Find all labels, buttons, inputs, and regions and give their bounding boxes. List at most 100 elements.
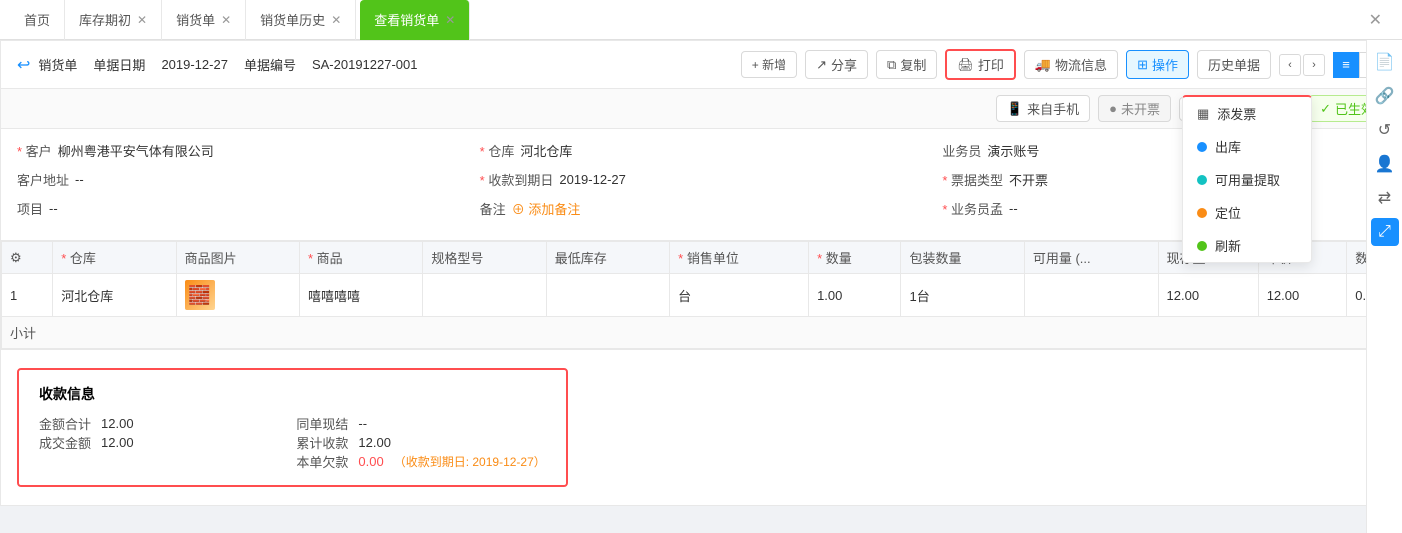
customer-addr-field: 客户地址 -- [17, 170, 460, 189]
warehouse-value: 河北仓库 [520, 141, 572, 160]
dropdown-refresh[interactable]: 刷新 [1183, 229, 1311, 262]
col-settings[interactable]: ⚙ [2, 242, 53, 274]
logistics-button[interactable]: 🚚 物流信息 [1024, 50, 1118, 79]
tab-home[interactable]: 首页 [10, 0, 65, 40]
col-product: 商品 [300, 242, 423, 274]
note-label: 备注 [480, 199, 506, 218]
close-all-tabs[interactable]: ✕ [1359, 10, 1392, 30]
sidebar-exchange-icon[interactable]: ⇄ [1371, 184, 1399, 212]
customer-value: 柳州粤港平安气体有限公司 [58, 141, 214, 160]
summary-row-total: 金额合计 12.00 [39, 414, 288, 433]
add-note-btn[interactable]: ⊕ 添加备注 [512, 199, 581, 218]
close-view-sales-tab[interactable]: ✕ [445, 13, 455, 27]
customer-label: 客户 [17, 141, 52, 160]
customer-addr-value: -- [75, 172, 84, 187]
dropdown-available-qty[interactable]: 可用量提取 [1183, 163, 1311, 196]
sidebar-refresh-icon[interactable]: ↺ [1371, 116, 1399, 144]
col-spec: 规格型号 [423, 242, 546, 274]
operate-button[interactable]: ⊞ 操作 [1126, 50, 1189, 79]
new-button[interactable]: + 新增 [741, 51, 797, 78]
truck-icon: 🚚 [1035, 57, 1051, 73]
not-open-btn[interactable]: ● 未开票 [1098, 95, 1171, 122]
tab-inventory[interactable]: 库存期初 ✕ [65, 0, 162, 40]
print-button[interactable]: 🖨 打印 [945, 49, 1016, 80]
operate-dropdown: ▦ 添发票 出库 可用量提取 定位 刷新 [1182, 95, 1312, 263]
summary-row-deal: 成交金额 12.00 [39, 433, 288, 452]
salesperson2-field: 业务员孟 -- [942, 199, 1385, 218]
close-sales-tab[interactable]: ✕ [221, 13, 231, 27]
dropdown-locate[interactable]: 定位 [1183, 196, 1311, 229]
number-value: SA-20191227-001 [312, 57, 418, 72]
prev-arrow[interactable]: ‹ [1279, 54, 1301, 76]
sidebar-doc-icon[interactable]: 📄 [1371, 48, 1399, 76]
row-available [1024, 274, 1158, 317]
form-row-2: 客户地址 -- 收款到期日 2019-12-27 票据类型 不开票 [17, 170, 1385, 189]
row-spec [423, 274, 546, 317]
salesperson2-value: -- [1009, 201, 1018, 216]
note-field: 备注 ⊕ 添加备注 [480, 199, 923, 218]
tab-sales-history[interactable]: 销货单历史 ✕ [246, 0, 356, 40]
tab-bar: 首页 库存期初 ✕ 销货单 ✕ 销货单历史 ✕ 查看销货单 ✕ ✕ [0, 0, 1402, 40]
bill-type-field: 票据类型 不开票 [942, 170, 1385, 189]
bill-type-value: 不开票 [1009, 170, 1048, 189]
sidebar-user-icon[interactable]: 👤 [1371, 150, 1399, 178]
row-quantity: 1.00 [809, 274, 901, 317]
dropdown-ship-out[interactable]: 出库 [1183, 130, 1311, 163]
next-arrow[interactable]: › [1303, 54, 1325, 76]
customer-field: 客户 柳州粤港平安气体有限公司 [17, 141, 460, 160]
deal-label: 成交金额 [39, 433, 91, 452]
project-value: -- [49, 201, 58, 216]
summary-section: 收款信息 金额合计 12.00 成交金额 12.00 同单现结 -- [1, 350, 1401, 505]
refresh-dot-icon [1197, 241, 1207, 251]
settlement-label: 同单现结 [296, 414, 348, 433]
dropdown-add-invoice[interactable]: ▦ 添发票 [1183, 97, 1311, 130]
date-label: 单据日期 [93, 55, 145, 74]
total-label: 金额合计 [39, 414, 91, 433]
col-product-img: 商品图片 [176, 242, 299, 274]
close-sales-history-tab[interactable]: ✕ [331, 13, 341, 27]
payment-date-label: 收款到期日 [480, 170, 554, 189]
total-value: 12.00 [101, 416, 134, 431]
from-mobile-btn[interactable]: 📱 来自手机 [996, 95, 1090, 122]
sidebar-expand-icon[interactable]: ⤢ [1371, 218, 1399, 246]
tab-sales[interactable]: 销货单 ✕ [162, 0, 246, 40]
document-header: ↩ 销货单 单据日期 2019-12-27 单据编号 SA-20191227-0… [1, 41, 1401, 89]
row-warehouse: 河北仓库 [53, 274, 176, 317]
effective-icon: ✓ [1320, 101, 1331, 117]
share-button[interactable]: ↗ 分享 [805, 50, 868, 79]
doc-actions: + 新增 ↗ 分享 ⧉ 复制 🖨 打印 🚚 物流信息 ⊞ 操作 历 [741, 49, 1385, 80]
summary-row-settlement: 同单现结 -- [296, 414, 545, 433]
invoice-icon: ▦ [1197, 106, 1209, 122]
close-inventory-tab[interactable]: ✕ [137, 13, 147, 27]
deal-value: 12.00 [101, 435, 134, 450]
owed-note: （收款到期日: 2019-12-27） [394, 453, 546, 470]
warehouse-field: 仓库 河北仓库 [480, 141, 923, 160]
sidebar-link-icon[interactable]: 🔗 [1371, 82, 1399, 110]
col-sales-unit: 销售单位 [670, 242, 809, 274]
bill-type-label: 票据类型 [942, 170, 1003, 189]
salesperson2-label: 业务员孟 [942, 199, 1003, 218]
locate-dot-icon [1197, 208, 1207, 218]
available-qty-label: 可用量提取 [1215, 170, 1280, 189]
payment-date-field: 收款到期日 2019-12-27 [480, 170, 923, 189]
col-available: 可用量 (... [1024, 242, 1158, 274]
form-row-1: 客户 柳州粤港平安气体有限公司 仓库 河北仓库 业务员 演示账号 [17, 141, 1385, 160]
copy-button[interactable]: ⧉ 复制 [876, 50, 937, 79]
product-thumbnail: 🧱 [185, 280, 215, 310]
ship-out-label: 出库 [1215, 137, 1241, 156]
sales-order-icon: ↩ [17, 55, 30, 75]
tab-view-sales[interactable]: 查看销货单 ✕ [360, 0, 470, 40]
date-value: 2019-12-27 [161, 57, 228, 72]
row-sales-unit: 台 [670, 274, 809, 317]
shipout-dot-icon [1197, 142, 1207, 152]
plus-icon: ⊕ [512, 202, 525, 217]
subtotal-row: 小计 [2, 317, 1401, 349]
summary-row-owed: 本单欠款 0.00 （收款到期日: 2019-12-27） [296, 452, 545, 471]
form-row-3: 项目 -- 备注 ⊕ 添加备注 业务员孟 -- [17, 199, 1385, 218]
row-product: 嘻嘻嘻嘻 [300, 274, 423, 317]
history-button[interactable]: 历史单据 [1197, 50, 1271, 79]
collected-label: 累计收款 [296, 433, 348, 452]
available-qty-dot-icon [1197, 175, 1207, 185]
owed-value: 0.00 [358, 454, 383, 469]
list-view-btn[interactable]: ≡ [1333, 52, 1359, 78]
